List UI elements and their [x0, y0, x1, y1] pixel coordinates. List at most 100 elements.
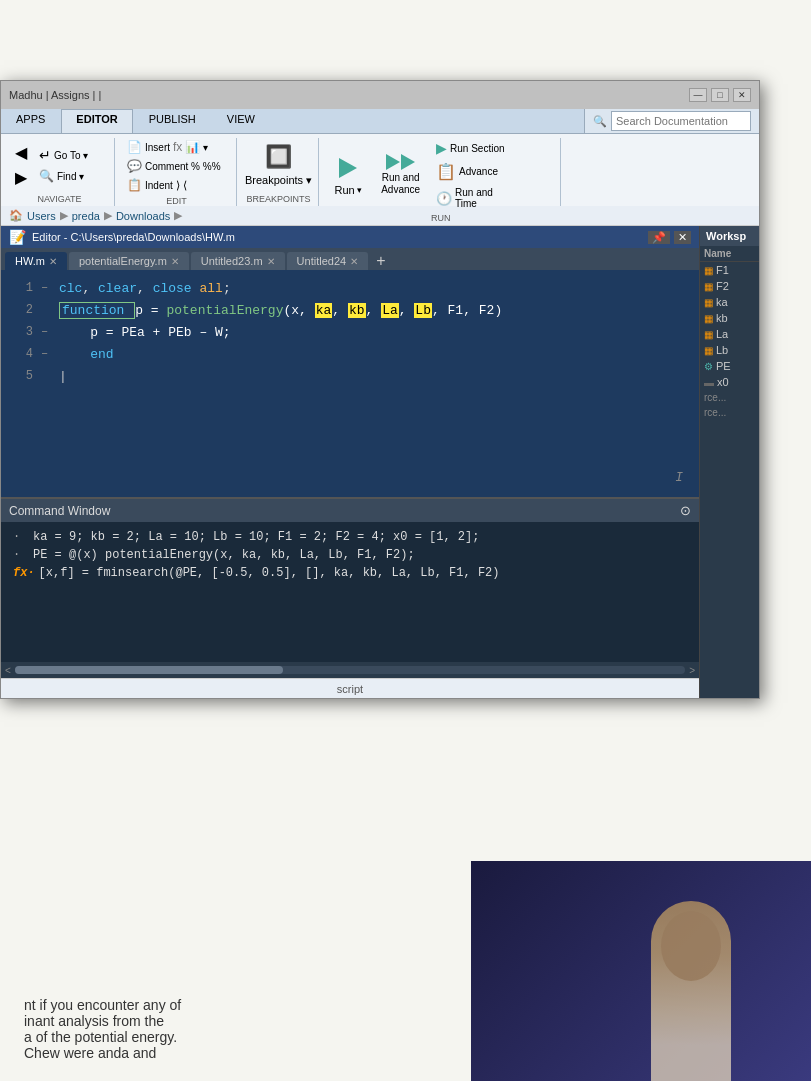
comment-button[interactable]: 💬 Comment % %% [123, 157, 230, 175]
editor-tab-untitled23[interactable]: Untitled23.m ✕ [191, 252, 285, 270]
run-section-label: Run Section [450, 143, 504, 154]
editor-pin-button[interactable]: 📌 [648, 231, 670, 244]
workspace-item-PE[interactable]: ⚙ PE [700, 358, 759, 374]
cmd-line-3: fx· [x,f] = fminsearch(@PE, [-0.5, 0.5],… [13, 566, 687, 580]
insert-icon: 📄 [127, 140, 142, 154]
comment-icon: 💬 [127, 159, 142, 173]
bg-text-2: inant analysis from the [24, 1013, 436, 1029]
command-window[interactable]: · ka = 9; kb = 2; La = 10; Lb = 10; F1 =… [1, 522, 699, 662]
title-bar-text: Madhu | Assigns | | [9, 89, 101, 101]
main-content: 📝 Editor - C:\Users\preda\Downloads\HW.m… [1, 226, 759, 698]
tab-apps[interactable]: APPS [1, 109, 60, 133]
ribbon-group-navigate: ◀ ▶ ↵ Go To ▾ 🔍 Find ▾ NAVIGA [5, 138, 115, 206]
status-bar: script [1, 678, 699, 698]
workspace-panel: Worksp Name ▦ F1 ▦ F2 ▦ ka ▦ [699, 226, 759, 698]
tab-close-untitled24[interactable]: ✕ [350, 256, 358, 267]
breakpoints-button[interactable]: Breakpoints ▾ [245, 174, 312, 187]
maximize-button[interactable]: □ [711, 88, 729, 102]
ws-icon-kb: ▦ [704, 313, 713, 324]
workspace-name-col: Name [700, 246, 759, 262]
ribbon-group-edit: 📄 Insert fx 📊 ▾ 💬 Comment % %% 📋 [117, 138, 237, 206]
workspace-item-F2[interactable]: ▦ F2 [700, 278, 759, 294]
workspace-item-kb[interactable]: ▦ kb [700, 310, 759, 326]
editor-tab-potential[interactable]: potentialEnergy.m ✕ [69, 252, 189, 270]
search-icon: 🔍 [593, 115, 607, 128]
ribbon-group-run: Run ▾ Run andAdvance [321, 138, 561, 206]
edit-group-label: EDIT [123, 196, 230, 206]
code-line-3: 3 – p = PEa + PEb – W; [9, 322, 691, 342]
tab-close-untitled23[interactable]: ✕ [267, 256, 275, 267]
breadcrumb-icon: 🏠 [9, 209, 23, 222]
breadcrumb-users[interactable]: Users [27, 210, 56, 222]
editor-titlebar: 📝 Editor - C:\Users\preda\Downloads\HW.m… [1, 226, 699, 248]
editor-icon: 📝 [9, 229, 26, 245]
scroll-right-btn[interactable]: > [689, 665, 695, 676]
run-section-icon: ▶ [436, 140, 447, 156]
command-window-titlebar: Command Window ⊙ [1, 497, 699, 522]
code-line-2: 2 – function p = potentialEnergy(x, ka, … [9, 300, 691, 320]
code-spacer [9, 388, 691, 468]
tab-editor[interactable]: EDITOR [61, 109, 132, 133]
navigate-group-label: NAVIGATE [11, 194, 108, 204]
find-icon: 🔍 [39, 169, 54, 183]
code-editor[interactable]: 1 – clc, clear, close all; 2 – function [1, 270, 699, 497]
bg-text-4: Chew were anda and [24, 1045, 436, 1061]
advance-label: Advance [459, 166, 498, 177]
run-group-label: RUN [327, 213, 554, 223]
advance-button[interactable]: 📋 Advance [432, 160, 508, 183]
ws-icon-Lb: ▦ [704, 345, 713, 356]
tab-view[interactable]: VIEW [212, 109, 270, 133]
tab-close-hwm[interactable]: ✕ [49, 256, 57, 267]
editor-title: Editor - C:\Users\preda\Downloads\HW.m [32, 231, 235, 243]
cmd-text-3: [x,f] = fminsearch(@PE, [-0.5, 0.5], [],… [39, 566, 500, 580]
navigate-forward-button[interactable]: ▶ [11, 166, 31, 189]
indent-icon: 📋 [127, 178, 142, 192]
run-label: Run [335, 184, 355, 196]
workspace-item-La[interactable]: ▦ La [700, 326, 759, 342]
bg-text-1: nt if you encounter any of [24, 997, 436, 1013]
search-input[interactable] [611, 111, 751, 131]
workspace-item-rce1[interactable]: rce... [700, 390, 759, 405]
indent-button[interactable]: 📋 Indent ⟩ ⟨ [123, 176, 230, 194]
advance-icon: 📋 [436, 162, 456, 181]
cmd-text-1: ka = 9; kb = 2; La = 10; Lb = 10; F1 = 2… [33, 530, 479, 544]
editor-tab-hwm[interactable]: HW.m ✕ [5, 252, 67, 270]
run-time-label: Run andTime [455, 187, 493, 209]
code-line-5: 5 – | [9, 366, 691, 386]
run-advance-button[interactable]: Run andAdvance [377, 150, 424, 200]
goto-button[interactable]: ↵ Go To ▾ [35, 145, 92, 165]
editor-close-button[interactable]: ✕ [674, 231, 691, 244]
workspace-item-rce2[interactable]: rce... [700, 405, 759, 420]
ribbon-content: ◀ ▶ ↵ Go To ▾ 🔍 Find ▾ NAVIGA [1, 134, 759, 206]
breakpoints-icon: 🔲 [265, 144, 292, 170]
navigate-back-button[interactable]: ◀ [11, 141, 31, 164]
breakpoints-group-label: BREAKPOINTS [245, 194, 312, 204]
clock-icon: 🕐 [436, 191, 452, 206]
cmd-expand-icon[interactable]: ⊙ [680, 503, 691, 518]
editor-tab-untitled24[interactable]: Untitled24 ✕ [287, 252, 369, 270]
new-tab-button[interactable]: + [370, 252, 391, 270]
breadcrumb-downloads[interactable]: Downloads [116, 210, 170, 222]
scroll-left-btn[interactable]: < [5, 665, 11, 676]
ws-icon-x0: ▬ [704, 377, 714, 388]
code-line-4: 4 – end [9, 344, 691, 364]
tab-publish[interactable]: PUBLISH [134, 109, 211, 133]
bg-image-area [471, 861, 811, 1081]
workspace-item-Lb[interactable]: ▦ Lb [700, 342, 759, 358]
find-button[interactable]: 🔍 Find ▾ [35, 167, 92, 185]
close-button[interactable]: ✕ [733, 88, 751, 102]
run-button[interactable]: Run ▾ [327, 150, 369, 200]
workspace-item-x0[interactable]: ▬ x0 [700, 374, 759, 390]
bg-text-3: a of the potential energy. [24, 1029, 436, 1045]
scrollbar-horizontal[interactable]: < > [1, 662, 699, 678]
ws-icon-F2: ▦ [704, 281, 713, 292]
run-section-button[interactable]: ▶ Run Section [432, 138, 508, 158]
run-time-button[interactable]: 🕐 Run andTime [432, 185, 508, 211]
insert-button[interactable]: 📄 Insert fx 📊 ▾ [123, 138, 230, 156]
breadcrumb-preda[interactable]: preda [72, 210, 100, 222]
goto-icon: ↵ [39, 147, 51, 163]
workspace-item-F1[interactable]: ▦ F1 [700, 262, 759, 278]
workspace-item-ka[interactable]: ▦ ka [700, 294, 759, 310]
minimize-button[interactable]: — [689, 88, 707, 102]
tab-close-potential[interactable]: ✕ [171, 256, 179, 267]
